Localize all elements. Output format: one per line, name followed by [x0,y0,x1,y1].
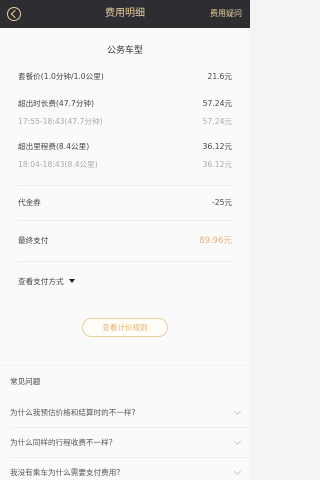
caret-down-icon [68,279,75,283]
divider [18,220,232,221]
overdistance-detail-row: 18:04-18:43(8.4公里) 36.12元 [18,159,232,171]
divider [18,185,232,186]
final-payment-row: 最终支付 89.96元 [18,235,232,247]
divider [18,261,232,262]
overtime-fee-label: 超出时长费(47.7分钟) [18,99,94,108]
coupon-row: 代金券 -25元 [18,197,232,209]
fee-question-link[interactable]: 费用疑问 [210,8,242,20]
faq-item[interactable]: 为什么我预估价格和结算时的不一样? [0,398,250,428]
coupon-label: 代金券 [18,198,41,207]
final-payment-label: 最终支付 [18,236,49,245]
overdistance-fee-label: 超出里程费(8.4公里) [18,142,90,151]
starting-price-value: 21.6元 [207,72,232,81]
faq-question: 为什么同样的行程收费不一样? [10,438,113,447]
overtime-fee-value: 57.24元 [202,99,232,108]
faq-question: 为什么我预估价格和结算时的不一样? [10,408,136,417]
coupon-value: -25元 [212,198,232,207]
starting-price-label: 套餐价(1.0分钟/1.0公里) [18,72,104,81]
chevron-down-icon [233,437,242,446]
final-payment-value: 89.96元 [199,236,232,246]
overtime-detail-label: 17:55-18:43(47.7分钟) [18,117,103,126]
overtime-detail-row: 17:55-18:43(47.7分钟) 57.24元 [18,116,232,128]
overtime-detail-value: 57.24元 [202,117,232,126]
faq-item[interactable]: 我没有乘车为什么需要支付费用? [0,458,250,480]
overdistance-fee-row: 超出里程费(8.4公里) 36.12元 [18,141,232,153]
pricing-rules-button[interactable]: 查看计价规则 [82,318,168,337]
faq-question: 我没有乘车为什么需要支付费用? [10,468,121,477]
overtime-fee-row: 超出时长费(47.7分钟) 57.24元 [18,98,232,110]
overdistance-detail-label: 18:04-18:43(8.4公里) [18,160,98,169]
nav-bar: 费用明细 费用疑问 [0,0,250,28]
payment-method-label: 查看支付方式 [18,277,64,286]
overdistance-detail-value: 36.12元 [202,160,232,169]
chevron-down-icon [233,407,242,416]
faq-item[interactable]: 为什么同样的行程收费不一样? [0,428,250,458]
starting-price-row: 套餐价(1.0分钟/1.0公里) 21.6元 [18,71,232,83]
fee-detail-card: 公务车型 套餐价(1.0分钟/1.0公里) 21.6元 超出时长费(47.7分钟… [0,28,250,365]
car-type-title: 公务车型 [106,46,143,56]
faq-title: 常见问题 [10,377,41,386]
chevron-down-icon [233,467,242,476]
overdistance-fee-value: 36.12元 [202,142,232,151]
faq-section: 常见问题 为什么我预估价格和结算时的不一样? 为什么同样的行程收费不一样? 我没… [0,366,250,480]
payment-method-toggle[interactable]: 查看支付方式 [18,276,75,287]
